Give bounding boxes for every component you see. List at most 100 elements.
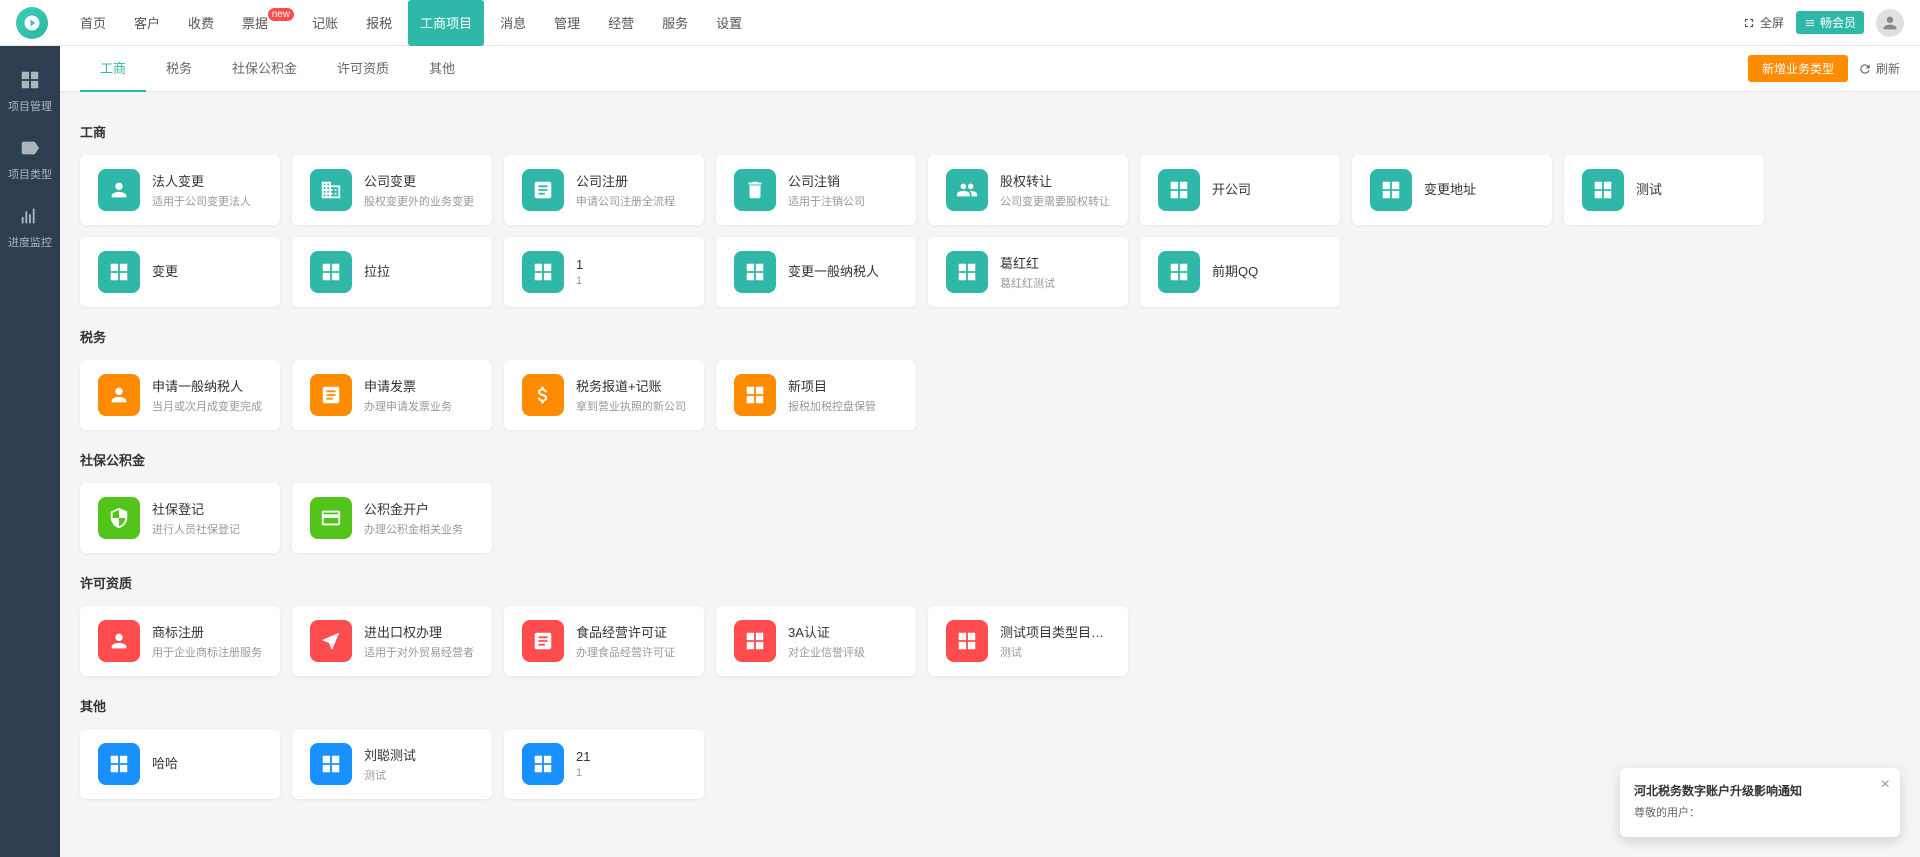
card-info-qianqi-qq: 前期QQ <box>1212 261 1322 283</box>
card-shebao-dengji[interactable]: 社保登记 进行人员社保登记 <box>80 483 280 553</box>
gongshang-section: 工商 法人变更 适用于公司变更法人 <box>80 122 1900 307</box>
card-gqzr[interactable]: 股权转让 公司变更需要股权转让 <box>928 155 1128 225</box>
card-haha[interactable]: 哈哈 <box>80 729 280 799</box>
card-icon-biangengdizhi <box>1370 169 1412 211</box>
nav-item-operation[interactable]: 经营 <box>596 0 646 46</box>
card-gongsibg[interactable]: 公司变更 股权变更外的业务变更 <box>292 155 492 225</box>
tag-icon <box>16 134 44 162</box>
card-info-jinchukouquan: 进出口权办理 适用于对外贸易经营者 <box>364 622 474 660</box>
card-icon-jinchukouquan <box>310 620 352 662</box>
card-kaigongsi[interactable]: 开公司 <box>1140 155 1340 225</box>
fullscreen-btn[interactable]: 全屏 <box>1742 14 1784 31</box>
nav-item-home[interactable]: 首页 <box>68 0 118 46</box>
nav-item-accounting[interactable]: 记账 <box>300 0 350 46</box>
shebao-cards: 社保登记 进行人员社保登记 公积金开户 办理公积金相关业务 <box>80 483 1900 553</box>
nav-item-payment[interactable]: 收费 <box>176 0 226 46</box>
card-shenqing-fapiao[interactable]: 申请发票 办理申请发票业务 <box>292 360 492 430</box>
nav-right: 全屏 畅会员 <box>1742 9 1904 37</box>
card-icon-ceshi-xiangmu <box>946 620 988 662</box>
card-21[interactable]: 21 1 <box>504 729 704 799</box>
tabs-bar: 工商 税务 社保公积金 许可资质 其他 新增业务类型 刷新 <box>60 46 1920 92</box>
card-info-shenqing-fapiao: 申请发票 办理申请发票业务 <box>364 376 474 414</box>
top-nav: 首页 客户 收费 票据 new 记账 报税 工商项目 消息 管理 经营 服务 设… <box>0 0 1920 46</box>
card-info-ceshi-xiangmu: 测试项目类型目定义 测试 <box>1000 622 1110 660</box>
card-info-gehonghong: 葛红红 葛红红测试 <box>1000 253 1110 291</box>
sidebar-item-project-type[interactable]: 项目类型 <box>0 124 60 192</box>
vip-btn[interactable]: 畅会员 <box>1796 11 1864 34</box>
tab-xuke[interactable]: 许可资质 <box>317 46 409 92</box>
nav-item-ticket[interactable]: 票据 new <box>230 0 296 46</box>
card-icon-shangbiao-zc <box>98 620 140 662</box>
tab-qita[interactable]: 其他 <box>409 46 475 92</box>
card-biangeng-yiban[interactable]: 变更一般纳税人 <box>716 237 916 307</box>
nav-item-business[interactable]: 工商项目 <box>408 0 484 46</box>
card-icon-gongsibg <box>310 169 352 211</box>
shuiwu-cards: 申请一般纳税人 当月或次月成变更完成 申请发票 办理申请发票业务 <box>80 360 1900 430</box>
card-info-biangeng: 变更 <box>152 261 262 283</box>
nav-item-service[interactable]: 服务 <box>650 0 700 46</box>
card-info-3a-rz: 3A认证 对企业信誉评级 <box>788 622 898 660</box>
card-jinchukouquan[interactable]: 进出口权办理 适用于对外贸易经营者 <box>292 606 492 676</box>
tab-gongshang[interactable]: 工商 <box>80 46 146 92</box>
card-icon-xin-xiangmu <box>734 374 776 416</box>
card-biangengdizhi[interactable]: 变更地址 <box>1352 155 1552 225</box>
card-icon-haha <box>98 743 140 785</box>
card-biangeng[interactable]: 变更 <box>80 237 280 307</box>
card-gongsizx[interactable]: 公司注销 适用于注销公司 <box>716 155 916 225</box>
nav-item-tax[interactable]: 报税 <box>354 0 404 46</box>
card-liucong-ceshi[interactable]: 刘聪测试 测试 <box>292 729 492 799</box>
card-info-xin-xiangmu: 新项目 报税加税控盘保管 <box>788 376 898 414</box>
main-content: 工商 税务 社保公积金 许可资质 其他 新增业务类型 刷新 工商 <box>60 46 1920 857</box>
card-icon-farenbiangeng <box>98 169 140 211</box>
card-gongjijin-kaihu[interactable]: 公积金开户 办理公积金相关业务 <box>292 483 492 553</box>
card-shuiwu-baodao[interactable]: 税务报道+记账 拿到营业执照的新公司 <box>504 360 704 430</box>
card-info-gongjijin-kaihu: 公积金开户 办理公积金相关业务 <box>364 499 474 537</box>
shuiwu-section: 税务 申请一般纳税人 当月或次月成变更完成 申请发票 <box>80 327 1900 430</box>
card-shangbiao-zc[interactable]: 商标注册 用于企业商标注册服务 <box>80 606 280 676</box>
card-info-gongsizc: 公司注册 申请公司注册全流程 <box>576 171 686 209</box>
refresh-btn[interactable]: 刷新 <box>1858 60 1900 77</box>
card-icon-shenqing-yiban <box>98 374 140 416</box>
card-info-farenbiangeng: 法人变更 适用于公司变更法人 <box>152 171 262 209</box>
content-area: 工商 法人变更 适用于公司变更法人 <box>60 92 1920 839</box>
card-info-gongsizx: 公司注销 适用于注销公司 <box>788 171 898 209</box>
nav-item-message[interactable]: 消息 <box>488 0 538 46</box>
sidebar-item-progress-monitor[interactable]: 进度监控 <box>0 192 60 260</box>
card-xin-xiangmu[interactable]: 新项目 报税加税控盘保管 <box>716 360 916 430</box>
tabs-actions: 新增业务类型 刷新 <box>1748 55 1900 82</box>
user-avatar[interactable] <box>1876 9 1904 37</box>
nav-item-settings[interactable]: 设置 <box>704 0 754 46</box>
new-business-btn[interactable]: 新增业务类型 <box>1748 55 1848 82</box>
card-lala[interactable]: 拉拉 <box>292 237 492 307</box>
card-gongsizc[interactable]: 公司注册 申请公司注册全流程 <box>504 155 704 225</box>
card-info-biangeng-yiban: 变更一般纳税人 <box>788 261 898 283</box>
nav-logo <box>16 7 48 39</box>
card-gehonghong[interactable]: 葛红红 葛红红测试 <box>928 237 1128 307</box>
card-qianqi-qq[interactable]: 前期QQ <box>1140 237 1340 307</box>
card-shipin-xkz[interactable]: 食品经营许可证 办理食品经营许可证 <box>504 606 704 676</box>
card-icon-lala <box>310 251 352 293</box>
notification-body: 尊敬的用户： <box>1634 805 1886 823</box>
card-info-21: 21 1 <box>576 749 686 779</box>
card-fagenbgeng[interactable]: 法人变更 适用于公司变更法人 <box>80 155 280 225</box>
card-icon-gongsizx <box>734 169 776 211</box>
card-icon-21 <box>522 743 564 785</box>
sidebar-item-project-manage[interactable]: 项目管理 <box>0 56 60 124</box>
card-info-shuiwu-baodao: 税务报道+记账 拿到营业执照的新公司 <box>576 376 686 414</box>
tab-shuiwu[interactable]: 税务 <box>146 46 212 92</box>
nav-item-customer[interactable]: 客户 <box>122 0 172 46</box>
card-icon-ceshi <box>1582 169 1624 211</box>
tab-shebao[interactable]: 社保公积金 <box>212 46 317 92</box>
card-3a-rz[interactable]: 3A认证 对企业信誉评级 <box>716 606 916 676</box>
card-ceshi-xiangmu[interactable]: 测试项目类型目定义 测试 <box>928 606 1128 676</box>
sidebar: 项目管理 项目类型 进度监控 <box>0 46 60 857</box>
card-shenqing-yiban[interactable]: 申请一般纳税人 当月或次月成变更完成 <box>80 360 280 430</box>
card-icon-kaigongsi <box>1158 169 1200 211</box>
card-one[interactable]: 1 1 <box>504 237 704 307</box>
nav-item-manage[interactable]: 管理 <box>542 0 592 46</box>
notification-close-btn[interactable]: × <box>1881 776 1890 794</box>
card-icon-shebao-dengji <box>98 497 140 539</box>
card-ceshi[interactable]: 测试 <box>1564 155 1764 225</box>
card-info-haha: 哈哈 <box>152 753 262 775</box>
card-info-ceshi: 测试 <box>1636 179 1746 201</box>
